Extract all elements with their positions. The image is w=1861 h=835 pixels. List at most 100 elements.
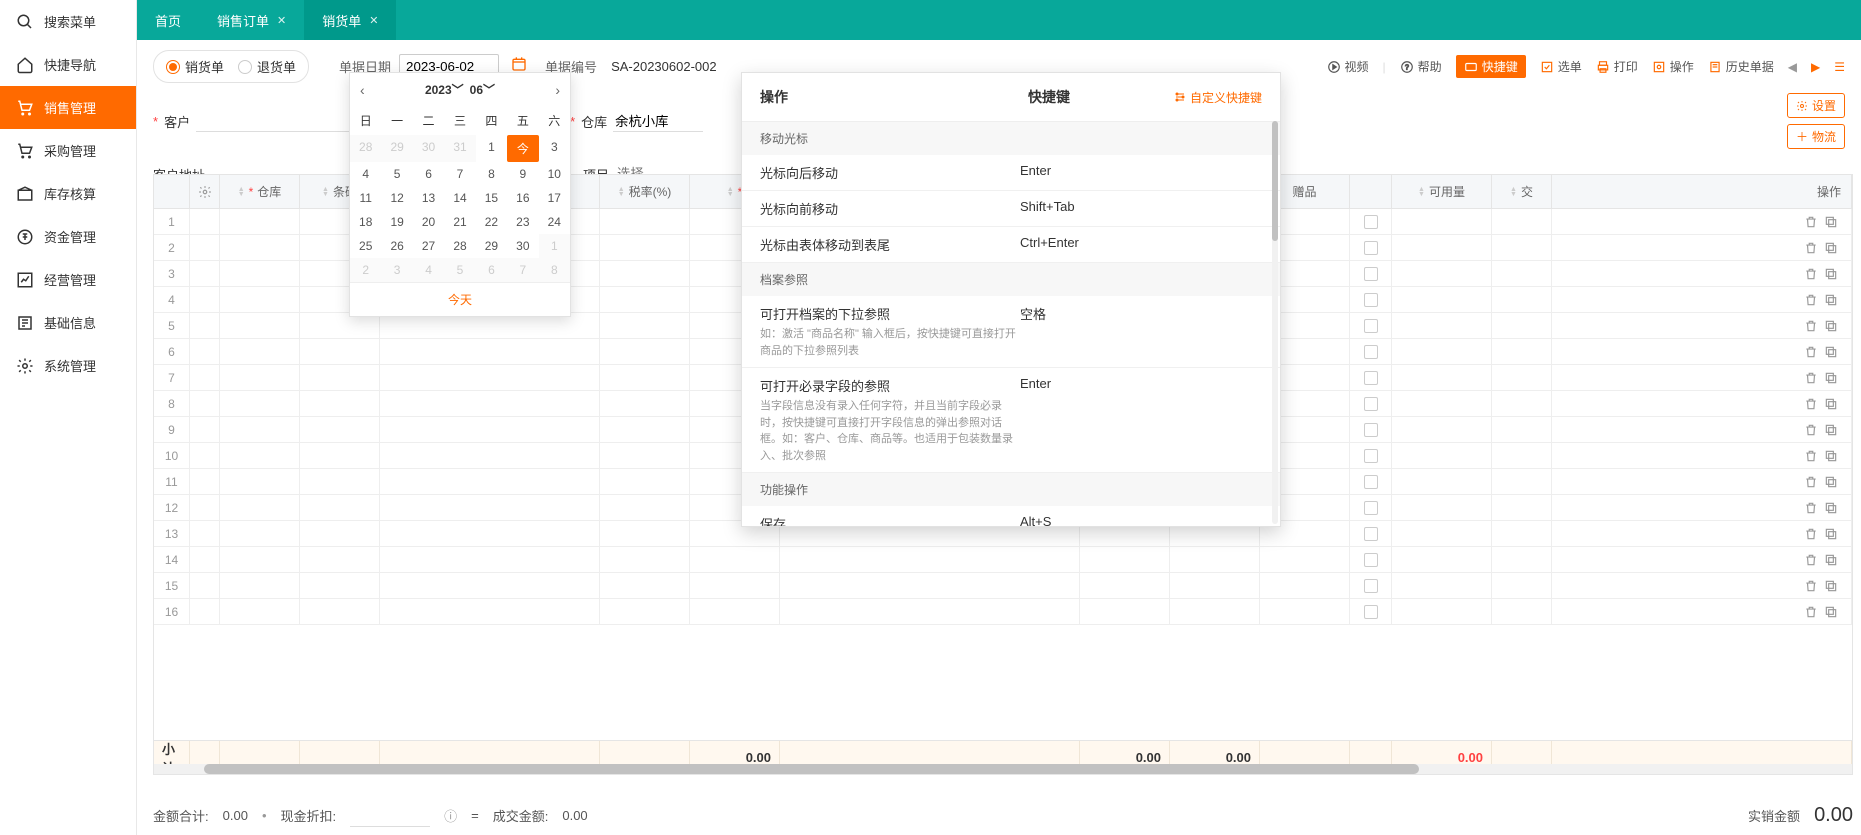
copy-icon[interactable] [1824, 423, 1838, 437]
cell[interactable] [780, 547, 1080, 572]
calendar-day[interactable]: 6 [413, 162, 444, 186]
calendar-day[interactable]: 30 [507, 234, 538, 258]
cell[interactable] [220, 209, 300, 234]
settings-button[interactable]: 设置 [1787, 93, 1845, 118]
cell[interactable] [1392, 443, 1492, 468]
next-month-button[interactable]: › [555, 82, 560, 98]
gift-checkbox[interactable] [1350, 547, 1392, 572]
cell[interactable] [600, 417, 690, 442]
table-row[interactable]: 14 [154, 547, 1852, 573]
calendar-day[interactable]: 25 [350, 234, 381, 258]
cell[interactable] [220, 495, 300, 520]
cell[interactable] [220, 469, 300, 494]
cell[interactable] [1392, 469, 1492, 494]
calendar-day[interactable]: 12 [381, 186, 412, 210]
calendar-day-other[interactable]: 7 [507, 258, 538, 282]
cell[interactable] [1080, 573, 1170, 598]
select-button[interactable]: 选单 [1540, 58, 1582, 75]
cell[interactable] [220, 365, 300, 390]
cell[interactable] [380, 495, 600, 520]
cell[interactable] [220, 443, 300, 468]
h-scrollbar[interactable] [154, 764, 1852, 774]
cell[interactable] [690, 599, 780, 624]
cell[interactable] [1392, 365, 1492, 390]
gift-checkbox[interactable] [1350, 521, 1392, 546]
cell[interactable] [1170, 599, 1260, 624]
delete-icon[interactable] [1804, 527, 1818, 541]
cell[interactable] [1392, 313, 1492, 338]
gift-checkbox[interactable] [1350, 339, 1392, 364]
cell[interactable] [600, 495, 690, 520]
cell[interactable] [1392, 573, 1492, 598]
cell[interactable] [300, 573, 380, 598]
cell[interactable] [600, 599, 690, 624]
cell[interactable] [1492, 365, 1552, 390]
table-row[interactable]: 15 [154, 573, 1852, 599]
cell[interactable] [600, 235, 690, 260]
calendar-day-other[interactable]: 8 [539, 258, 570, 282]
gift-checkbox[interactable] [1350, 495, 1392, 520]
tab-sales-doc[interactable]: 销货单✕ [304, 0, 396, 40]
sidebar-item-funds[interactable]: 资金管理 [0, 215, 136, 258]
cell[interactable] [380, 417, 600, 442]
cell[interactable] [600, 365, 690, 390]
calendar-day[interactable]: 11 [350, 186, 381, 210]
cell[interactable] [1392, 521, 1492, 546]
sidebar-item-quicknav[interactable]: 快捷导航 [0, 43, 136, 86]
gift-checkbox[interactable] [1350, 417, 1392, 442]
copy-icon[interactable] [1824, 501, 1838, 515]
calendar-day[interactable]: 27 [413, 234, 444, 258]
cell[interactable] [690, 547, 780, 572]
calendar-day[interactable]: 3 [539, 135, 570, 162]
delete-icon[interactable] [1804, 423, 1818, 437]
delete-icon[interactable] [1804, 371, 1818, 385]
history-button[interactable]: 历史单据 [1708, 58, 1774, 75]
cell[interactable] [220, 261, 300, 286]
chevron-left-icon[interactable]: ◀ [1788, 60, 1797, 74]
cash-discount-input[interactable] [350, 805, 430, 827]
help-button[interactable]: ?帮助 [1400, 58, 1442, 75]
copy-icon[interactable] [1824, 527, 1838, 541]
gift-checkbox[interactable] [1350, 573, 1392, 598]
calendar-day[interactable]: 7 [444, 162, 475, 186]
cell[interactable] [600, 287, 690, 312]
gift-checkbox[interactable] [1350, 313, 1392, 338]
tab-sales-order[interactable]: 销售订单✕ [199, 0, 304, 40]
th-gear[interactable] [190, 175, 220, 208]
cell[interactable] [1492, 547, 1552, 572]
cell[interactable] [1392, 209, 1492, 234]
calendar-day[interactable]: 15 [476, 186, 507, 210]
calendar-day[interactable]: 4 [350, 162, 381, 186]
calendar-day-other[interactable]: 29 [381, 135, 412, 162]
prev-month-button[interactable]: ‹ [360, 82, 365, 98]
cell[interactable] [1492, 599, 1552, 624]
cell[interactable] [300, 365, 380, 390]
cell[interactable] [1080, 547, 1170, 572]
month-select[interactable]: 06﹀ [470, 81, 495, 98]
cell[interactable] [300, 391, 380, 416]
cell[interactable] [780, 573, 1080, 598]
radio-return-doc[interactable]: 退货单 [238, 57, 296, 76]
calendar-day-other[interactable]: 6 [476, 258, 507, 282]
cell[interactable] [380, 521, 600, 546]
calendar-day[interactable]: 13 [413, 186, 444, 210]
cell[interactable] [1260, 573, 1350, 598]
cell[interactable] [1492, 235, 1552, 260]
cell[interactable] [1392, 339, 1492, 364]
cell[interactable] [1492, 443, 1552, 468]
delete-icon[interactable] [1804, 293, 1818, 307]
delete-icon[interactable] [1804, 345, 1818, 359]
cell[interactable] [690, 573, 780, 598]
cell[interactable] [220, 313, 300, 338]
calendar-day-other[interactable]: 3 [381, 258, 412, 282]
calendar-day[interactable]: 19 [381, 210, 412, 234]
cell[interactable] [1492, 209, 1552, 234]
scrollbar-thumb[interactable] [1272, 121, 1278, 241]
delete-icon[interactable] [1804, 215, 1818, 229]
delete-icon[interactable] [1804, 501, 1818, 515]
th-taxrate[interactable]: ▲▼税率(%) [600, 175, 690, 208]
gift-checkbox[interactable] [1350, 443, 1392, 468]
cell[interactable] [1392, 391, 1492, 416]
video-button[interactable]: 视频 [1327, 58, 1369, 75]
gift-checkbox[interactable] [1350, 209, 1392, 234]
